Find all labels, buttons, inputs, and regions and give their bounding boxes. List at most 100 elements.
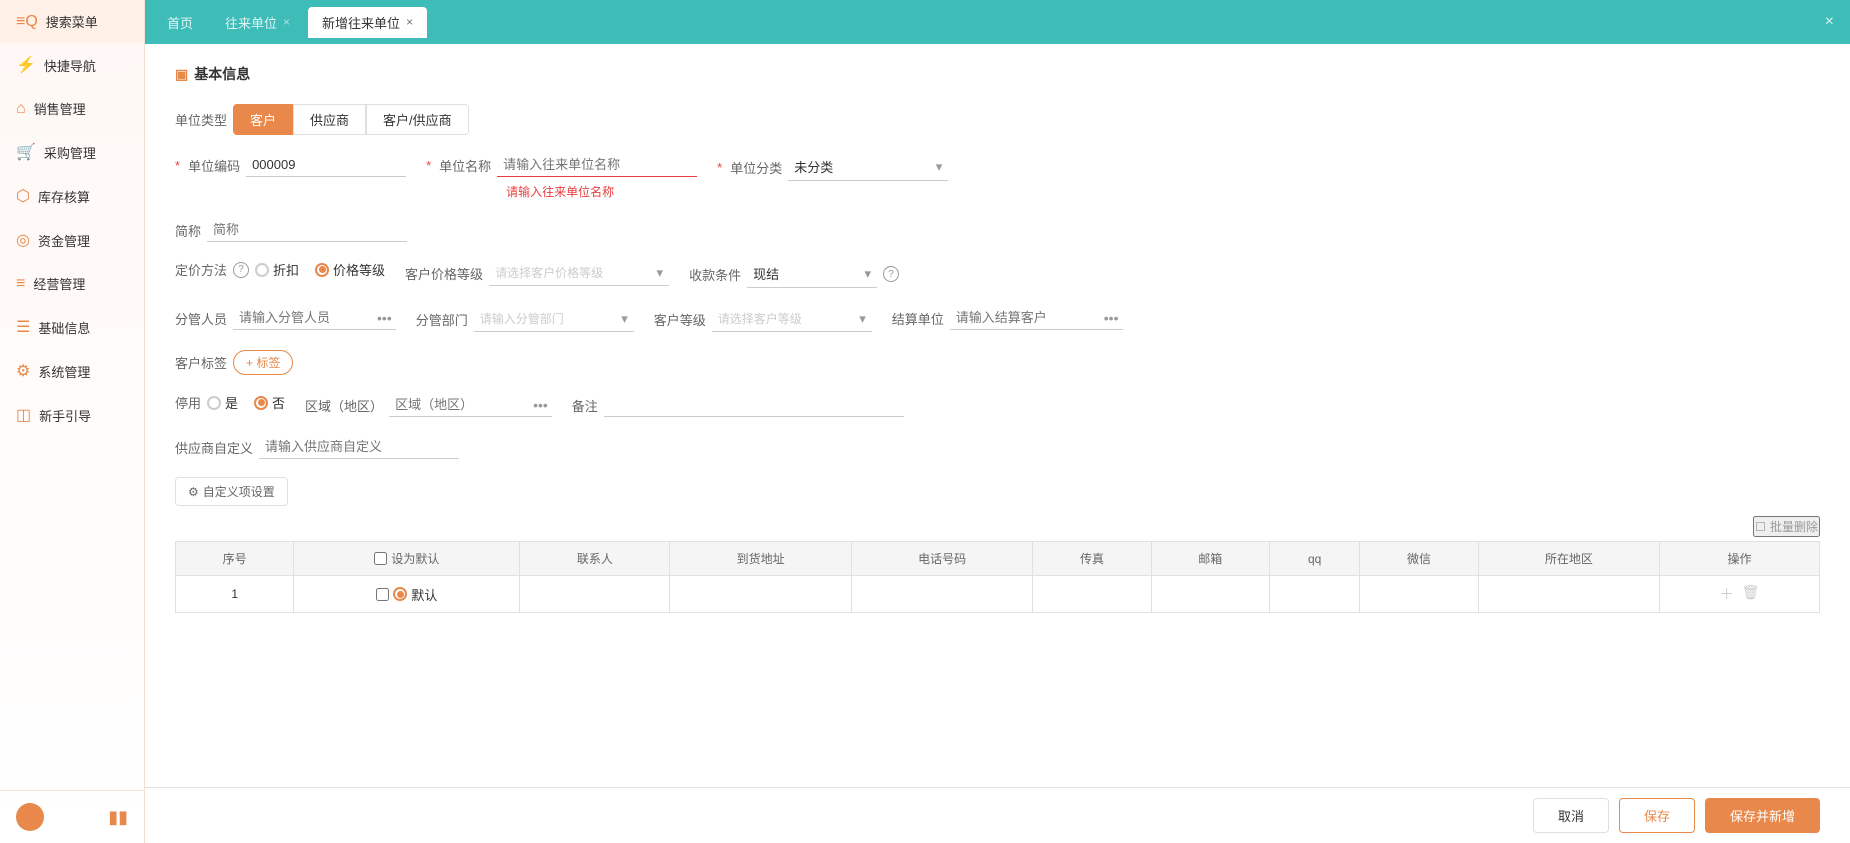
sidebar-item-label: 采购管理 bbox=[44, 143, 96, 162]
customer-level-placeholder: 请选择客户等级 bbox=[718, 310, 802, 327]
manager-row: 分管人员 ••• 分管部门 请输入分管部门 ▾ 客户等级 请选择客户等级 ▾ bbox=[175, 306, 1820, 332]
customer-tag-group: 客户标签 + 标签 bbox=[175, 350, 293, 375]
sidebar-item-system[interactable]: ⚙ 系统管理 bbox=[0, 349, 144, 393]
row-email bbox=[1151, 576, 1269, 613]
expand-icon[interactable]: ▮▮ bbox=[108, 807, 128, 828]
tab-new-contact[interactable]: 新增往来单位 × bbox=[308, 7, 427, 38]
add-tag-button[interactable]: + 标签 bbox=[233, 350, 293, 375]
customer-level-select[interactable]: 请选择客户等级 ▾ bbox=[712, 306, 872, 332]
chevron-down-icon2: ▾ bbox=[657, 265, 664, 281]
sidebar: ≡Q 搜索菜单 ⚡ 快捷导航 ⌂ 销售管理 🛒 采购管理 ⬡ 库存核算 ◎ 资金… bbox=[0, 0, 145, 843]
supplier-custom-input[interactable] bbox=[259, 435, 459, 459]
payment-help-icon[interactable]: ? bbox=[883, 266, 899, 282]
unit-category-select[interactable]: 未分类 ▾ bbox=[788, 153, 948, 181]
row-qq bbox=[1269, 576, 1359, 613]
region-input-wrapper: ••• bbox=[389, 393, 552, 417]
select-all-checkbox[interactable] bbox=[374, 552, 387, 565]
pricing-radio-level[interactable]: 价格等级 bbox=[315, 260, 385, 279]
payment-group: 收款条件 现结 ▾ ? bbox=[689, 260, 899, 288]
row-checkbox[interactable] bbox=[376, 588, 389, 601]
save-button[interactable]: 保存 bbox=[1619, 798, 1695, 833]
remark-input[interactable] bbox=[604, 393, 904, 417]
tab-bar-close-all[interactable]: × bbox=[1825, 13, 1834, 31]
manager-more-btn[interactable]: ••• bbox=[373, 310, 396, 326]
sidebar-bottom: ▮▮ bbox=[0, 790, 144, 843]
unit-code-label: 单位编码 bbox=[188, 156, 240, 175]
avatar bbox=[16, 803, 44, 831]
col-default: 设为默认 bbox=[294, 542, 520, 576]
sidebar-item-inventory[interactable]: ⬡ 库存核算 bbox=[0, 174, 144, 218]
sidebar-item-sales[interactable]: ⌂ 销售管理 bbox=[0, 87, 144, 130]
sidebar-item-newbie[interactable]: ◫ 新手引导 bbox=[0, 393, 144, 437]
unit-category-value: 未分类 bbox=[794, 157, 833, 176]
save-new-button[interactable]: 保存并新增 bbox=[1705, 798, 1820, 833]
action-cell: ＋ 🗑 bbox=[1670, 584, 1809, 604]
col-region: 所在地区 bbox=[1478, 542, 1659, 576]
sidebar-item-quick-nav[interactable]: ⚡ 快捷导航 bbox=[0, 43, 144, 87]
row-fax bbox=[1033, 576, 1151, 613]
tags-row: 客户标签 + 标签 bbox=[175, 350, 1820, 375]
col-index: 序号 bbox=[176, 542, 294, 576]
tab-new-contact-close[interactable]: × bbox=[406, 15, 413, 29]
col-email: 邮箱 bbox=[1151, 542, 1269, 576]
pricing-radio-discount[interactable]: 折扣 bbox=[255, 260, 299, 279]
supplier-custom-row: 供应商自定义 bbox=[175, 435, 1820, 459]
sidebar-item-label: 资金管理 bbox=[38, 231, 90, 250]
pricing-radio-group: 折扣 价格等级 bbox=[255, 260, 385, 279]
payment-select[interactable]: 现结 ▾ bbox=[747, 260, 877, 288]
abbr-group: 简称 bbox=[175, 218, 407, 242]
sidebar-item-basic-info[interactable]: ☰ 基础信息 bbox=[0, 305, 144, 349]
abbr-input[interactable] bbox=[207, 218, 407, 242]
default-radio[interactable]: 默认 bbox=[393, 585, 437, 604]
newbie-icon: ◫ bbox=[16, 405, 31, 425]
sidebar-item-operations[interactable]: ≡ 经营管理 bbox=[0, 262, 144, 305]
unit-code-group: * 单位编码 bbox=[175, 153, 406, 177]
sidebar-item-label: 基础信息 bbox=[38, 318, 90, 337]
manager-input[interactable] bbox=[233, 306, 373, 329]
customer-price-select[interactable]: 请选择客户价格等级 ▾ bbox=[489, 260, 669, 286]
region-input[interactable] bbox=[389, 393, 529, 416]
region-more-btn[interactable]: ••• bbox=[529, 397, 552, 413]
settlement-input-wrapper: ••• bbox=[950, 306, 1123, 330]
sidebar-item-finance[interactable]: ◎ 资金管理 bbox=[0, 218, 144, 262]
unit-category-group: * 单位分类 未分类 ▾ bbox=[717, 153, 948, 181]
sidebar-item-purchase[interactable]: 🛒 采购管理 bbox=[0, 130, 144, 174]
unit-btn-supplier[interactable]: 供应商 bbox=[293, 104, 366, 135]
batch-delete-button[interactable]: ☐ 批量删除 bbox=[1753, 516, 1820, 537]
region-label: 区域（地区） bbox=[305, 396, 383, 415]
pricing-discount-label: 折扣 bbox=[273, 260, 299, 279]
tab-contacts[interactable]: 往来单位 × bbox=[211, 7, 304, 38]
unit-btn-both[interactable]: 客户/供应商 bbox=[366, 104, 469, 135]
disabled-radio-no[interactable]: 否 bbox=[254, 393, 285, 412]
tab-home[interactable]: 首页 bbox=[153, 7, 207, 38]
customer-level-label: 客户等级 bbox=[654, 310, 706, 329]
unit-code-input[interactable] bbox=[246, 153, 406, 177]
disabled-label: 停用 bbox=[175, 393, 201, 412]
row-wechat bbox=[1360, 576, 1478, 613]
section-title-text: 基本信息 bbox=[194, 64, 250, 84]
abbr-row: 简称 bbox=[175, 218, 1820, 242]
delete-row-button[interactable]: 🗑 bbox=[1742, 584, 1760, 604]
settlement-label: 结算单位 bbox=[892, 309, 944, 328]
tab-new-contact-label: 新增往来单位 bbox=[322, 13, 400, 32]
unit-name-input[interactable] bbox=[497, 153, 697, 177]
purchase-icon: 🛒 bbox=[16, 142, 36, 162]
pricing-help-icon[interactable]: ? bbox=[233, 262, 249, 278]
add-row-button[interactable]: ＋ bbox=[1720, 584, 1734, 604]
tab-contacts-close[interactable]: × bbox=[283, 15, 290, 29]
batch-delete-icon: ☐ bbox=[1755, 520, 1766, 534]
settlement-more-btn[interactable]: ••• bbox=[1100, 310, 1123, 326]
custom-setting-button[interactable]: ⚙ 自定义项设置 bbox=[175, 477, 288, 506]
unit-category-label: 单位分类 bbox=[730, 158, 782, 177]
col-address: 到货地址 bbox=[670, 542, 851, 576]
abbr-label: 简称 bbox=[175, 221, 201, 240]
settlement-input[interactable] bbox=[950, 306, 1100, 329]
unit-btn-customer[interactable]: 客户 bbox=[233, 104, 293, 135]
region-group: 区域（地区） ••• bbox=[305, 393, 552, 417]
department-select[interactable]: 请输入分管部门 ▾ bbox=[474, 306, 634, 332]
disabled-radio-yes[interactable]: 是 bbox=[207, 393, 238, 412]
pricing-label: 定价方法 bbox=[175, 260, 227, 279]
cancel-button[interactable]: 取消 bbox=[1533, 798, 1609, 833]
sidebar-item-search[interactable]: ≡Q 搜索菜单 bbox=[0, 0, 144, 43]
settlement-group: 结算单位 ••• bbox=[892, 306, 1123, 330]
